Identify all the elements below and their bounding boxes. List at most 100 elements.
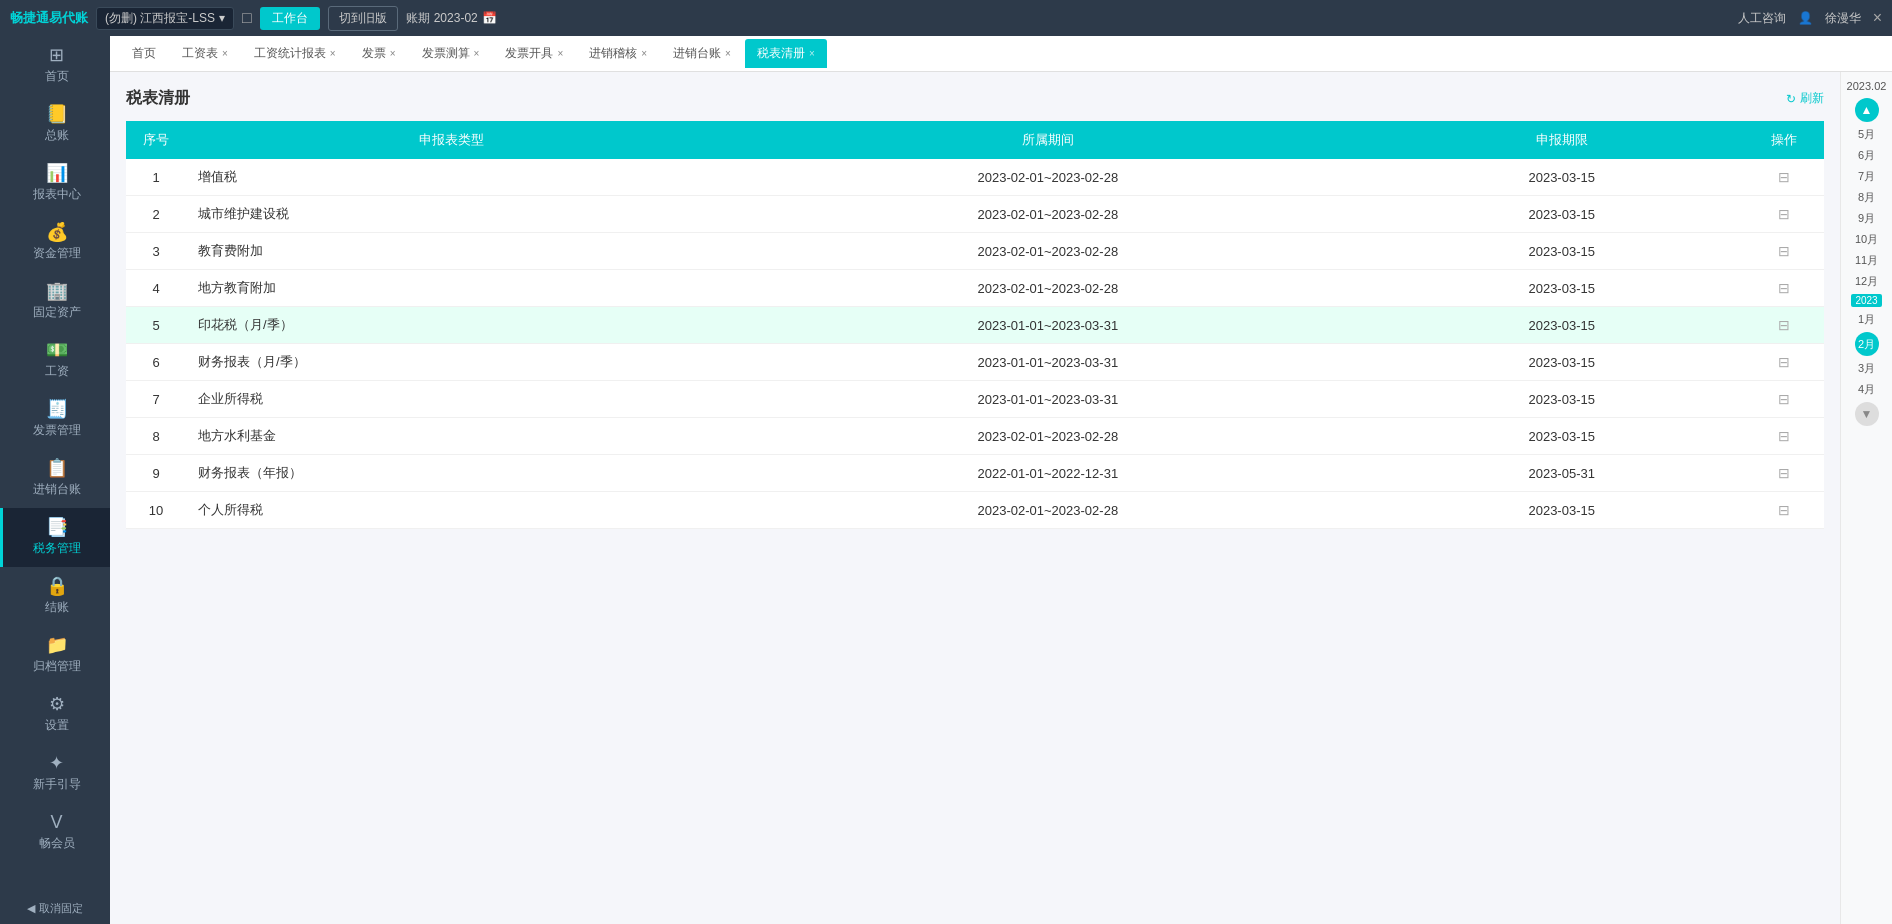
sidebar-item-ledger[interactable]: 📒总账 (0, 95, 110, 154)
timeline-header: 2023.02 (1845, 76, 1889, 96)
tab-invoice_open[interactable]: 发票开具× (493, 39, 575, 68)
action-icon-0[interactable]: ⊟ (1778, 169, 1790, 185)
tab-close-invoice_calc[interactable]: × (474, 48, 480, 59)
tab-tax_list[interactable]: 税表清册× (745, 39, 827, 68)
sidebar-label: 新手引导 (33, 776, 81, 793)
timeline-month[interactable]: 11月 (1855, 250, 1878, 271)
sidebar-label: 总账 (45, 127, 69, 144)
timeline-month[interactable]: 7月 (1855, 166, 1878, 187)
main-layout: ⊞首页📒总账📊报表中心💰资金管理🏢固定资产💵工资🧾发票管理📋进销台账📑税务管理🔒… (0, 36, 1892, 924)
sidebar: ⊞首页📒总账📊报表中心💰资金管理🏢固定资产💵工资🧾发票管理📋进销台账📑税务管理🔒… (0, 36, 110, 924)
action-icon-1[interactable]: ⊟ (1778, 206, 1790, 222)
tab-close-purchase_check[interactable]: × (641, 48, 647, 59)
table-row: 6 财务报表（月/季） 2023-01-01~2023-03-31 2023-0… (126, 344, 1824, 381)
tab-close-invoice_open[interactable]: × (557, 48, 563, 59)
tab-close-tax_list[interactable]: × (809, 48, 815, 59)
timeline-month[interactable]: 5月 (1855, 124, 1878, 145)
tab-home[interactable]: 首页 (120, 39, 168, 68)
sidebar-item-vip[interactable]: V畅会员 (0, 803, 110, 862)
tab-close-invoice[interactable]: × (390, 48, 396, 59)
cancel-pin-button[interactable]: ◀ 取消固定 (0, 893, 110, 924)
table-row: 10 个人所得税 2023-02-01~2023-02-28 2023-03-1… (126, 492, 1824, 529)
table-row: 3 教育费附加 2023-02-01~2023-02-28 2023-03-15… (126, 233, 1824, 270)
timeline-month[interactable]: 3月 (1855, 358, 1879, 379)
switch-version-button[interactable]: 切到旧版 (328, 6, 398, 31)
tab-salary_table[interactable]: 工资表× (170, 39, 240, 68)
table-row: 7 企业所得税 2023-01-01~2023-03-31 2023-03-15… (126, 381, 1824, 418)
timeline-month[interactable]: 9月 (1855, 208, 1878, 229)
sidebar-item-fund[interactable]: 💰资金管理 (0, 213, 110, 272)
sidebar-item-home[interactable]: ⊞首页 (0, 36, 110, 95)
tab-close-salary_report[interactable]: × (330, 48, 336, 59)
workspace-button[interactable]: 工作台 (260, 7, 320, 30)
sidebar-label: 发票管理 (33, 422, 81, 439)
sidebar-item-report[interactable]: 📊报表中心 (0, 154, 110, 213)
action-icon-3[interactable]: ⊟ (1778, 280, 1790, 296)
tab-salary_report[interactable]: 工资统计报表× (242, 39, 348, 68)
table-row: 8 地方水利基金 2023-02-01~2023-02-28 2023-03-1… (126, 418, 1824, 455)
tab-close-salary_table[interactable]: × (222, 48, 228, 59)
sidebar-item-assets[interactable]: 🏢固定资产 (0, 272, 110, 331)
page-main: 税表清册 ↻ 刷新 序号申报表类型所属期间申报期限操作 1 增值税 2023-0… (110, 72, 1840, 924)
top-bar-right: 人工咨询 👤 徐漫华 × (1738, 9, 1882, 27)
sidebar-label: 进销台账 (33, 481, 81, 498)
sidebar-item-purchase[interactable]: 📋进销台账 (0, 449, 110, 508)
table-col-所属期间: 所属期间 (716, 121, 1379, 159)
user-avatar: 👤 (1798, 11, 1813, 25)
help-button[interactable]: 人工咨询 (1738, 10, 1786, 27)
content-area: 首页工资表×工资统计报表×发票×发票测算×发票开具×进销稽核×进销台账×税表清册… (110, 36, 1892, 924)
action-icon-8[interactable]: ⊟ (1778, 465, 1790, 481)
sidebar-item-salary[interactable]: 💵工资 (0, 331, 110, 390)
timeline-panel: 2023.02 ▲ 5月6月7月8月9月10月11月12月 2023 1月2月3… (1840, 72, 1892, 924)
action-icon-4[interactable]: ⊟ (1778, 317, 1790, 333)
table-col-操作: 操作 (1744, 121, 1824, 159)
sidebar-label: 设置 (45, 717, 69, 734)
tab-bar: 首页工资表×工资统计报表×发票×发票测算×发票开具×进销稽核×进销台账×税表清册… (110, 36, 1892, 72)
table-col-申报期限: 申报期限 (1379, 121, 1744, 159)
sidebar-item-settings[interactable]: ⚙设置 (0, 685, 110, 744)
sidebar-label: 税务管理 (33, 540, 81, 557)
sidebar-label: 畅会员 (39, 835, 75, 852)
sidebar-item-close[interactable]: 🔒结账 (0, 567, 110, 626)
sidebar-item-tax[interactable]: 📑税务管理 (0, 508, 110, 567)
action-icon-6[interactable]: ⊟ (1778, 391, 1790, 407)
timeline-month[interactable]: 1月 (1855, 309, 1879, 330)
page-content: 税表清册 ↻ 刷新 序号申报表类型所属期间申报期限操作 1 增值税 2023-0… (110, 72, 1892, 924)
timeline-year-badge: 2023 (1851, 294, 1881, 307)
timeline-month[interactable]: 8月 (1855, 187, 1878, 208)
tab-invoice[interactable]: 发票× (350, 39, 408, 68)
table-row: 1 增值税 2023-02-01~2023-02-28 2023-03-15 ⊟ (126, 159, 1824, 196)
sidebar-label: 报表中心 (33, 186, 81, 203)
tab-purchase_check[interactable]: 进销稽核× (577, 39, 659, 68)
tab-close-purchase_ledger[interactable]: × (725, 48, 731, 59)
top-close-button[interactable]: × (1873, 9, 1882, 27)
tab-purchase_ledger[interactable]: 进销台账× (661, 39, 743, 68)
table-row: 5 印花税（月/季） 2023-01-01~2023-03-31 2023-03… (126, 307, 1824, 344)
sidebar-label: 工资 (45, 363, 69, 380)
action-icon-5[interactable]: ⊟ (1778, 354, 1790, 370)
timeline-month[interactable]: 4月 (1855, 379, 1879, 400)
action-icon-2[interactable]: ⊟ (1778, 243, 1790, 259)
page-title: 税表清册 (126, 88, 190, 109)
company-selector[interactable]: (勿删) 江西报宝-LSS ▾ (96, 7, 234, 30)
timeline-up-button[interactable]: ▲ (1855, 98, 1879, 122)
sidebar-label: 资金管理 (33, 245, 81, 262)
timeline-down-button[interactable]: ▼ (1855, 402, 1879, 426)
table-col-序号: 序号 (126, 121, 186, 159)
timeline-active-month[interactable]: 2月 (1855, 332, 1879, 356)
refresh-button[interactable]: ↻ 刷新 (1786, 90, 1824, 107)
action-icon-7[interactable]: ⊟ (1778, 428, 1790, 444)
timeline-month[interactable]: 12月 (1855, 271, 1878, 292)
timeline-month[interactable]: 10月 (1855, 229, 1878, 250)
action-icon-9[interactable]: ⊟ (1778, 502, 1790, 518)
sidebar-item-archive[interactable]: 📁归档管理 (0, 626, 110, 685)
sidebar-label: 归档管理 (33, 658, 81, 675)
sidebar-item-invoice[interactable]: 🧾发票管理 (0, 390, 110, 449)
sidebar-label: 固定资产 (33, 304, 81, 321)
timeline-month[interactable]: 6月 (1855, 145, 1878, 166)
tab-invoice_calc[interactable]: 发票测算× (410, 39, 492, 68)
user-name[interactable]: 徐漫华 (1825, 10, 1861, 27)
table-row: 4 地方教育附加 2023-02-01~2023-02-28 2023-03-1… (126, 270, 1824, 307)
sidebar-item-guide[interactable]: ✦新手引导 (0, 744, 110, 803)
table-col-申报表类型: 申报表类型 (186, 121, 716, 159)
